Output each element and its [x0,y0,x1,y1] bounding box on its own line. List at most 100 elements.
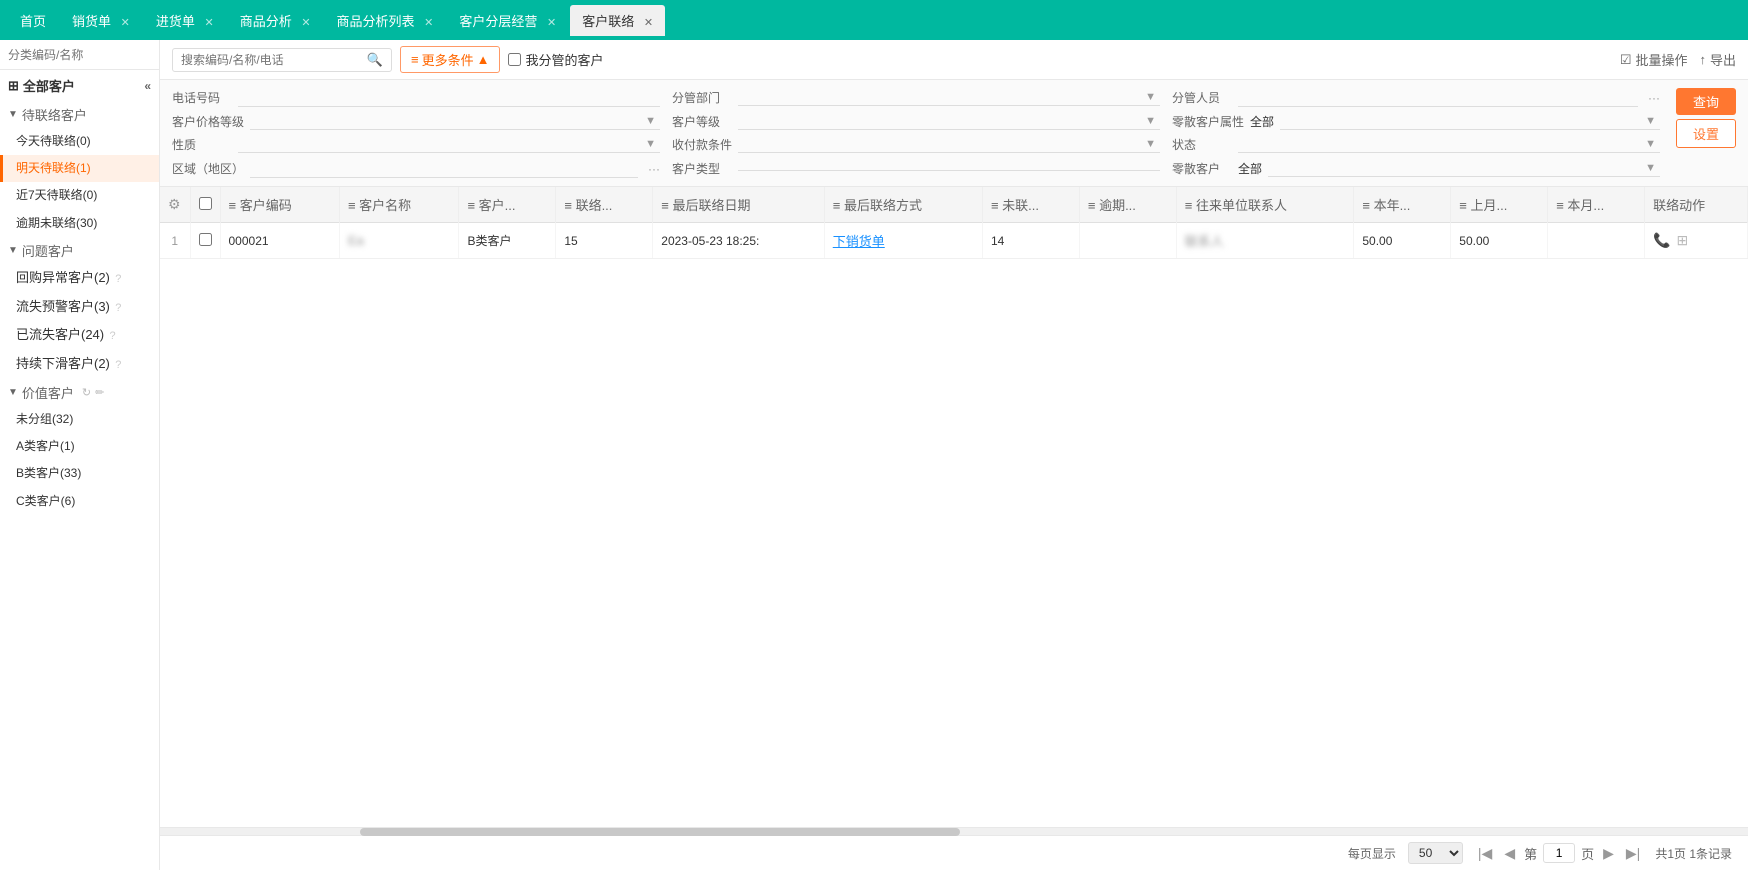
filter-row-3: 性质 ▼ 收付款条件 ▼ [172,136,1660,153]
customer-grade-select[interactable]: ▼ [738,113,1160,130]
price-grade-label: 客户价格等级 [172,113,244,130]
region-input[interactable] [250,159,638,178]
nav-item-analysis[interactable]: 商品分析 ✕ [228,5,323,36]
gender-select[interactable]: ▼ [238,136,660,153]
export-button[interactable]: ↑ 导出 [1699,50,1736,69]
sidebar-ungrouped[interactable]: 未分组(32) [0,406,159,433]
col-header-overdue: ≡ 逾期... [1079,187,1176,223]
region-filter-cell: 区域（地区） ··· [172,159,660,178]
price-grade-filter-cell: 客户价格等级 ▼ [172,113,660,130]
last-page-button[interactable]: ▶| [1623,845,1643,862]
refresh-icon[interactable]: ↻ [82,386,91,399]
sidebar-lost-confirmed[interactable]: 已流失客户(24) ? [0,321,159,350]
col-header-contact-count: ≡ 联络... [556,187,653,223]
nav-item-analysis-list[interactable]: 商品分析列表 ✕ [325,5,446,36]
search-input[interactable] [181,53,363,67]
export-icon: ↑ [1699,52,1706,67]
my-customer-checkbox[interactable] [508,53,521,66]
more-filter-button[interactable]: ≡ 更多条件 ▲ [400,46,500,73]
first-page-button[interactable]: |◀ [1475,845,1495,862]
phone-input[interactable] [238,88,660,107]
customer-grade-chevron-icon: ▼ [1145,115,1156,127]
sidebar-overdue-contact[interactable]: 逾期未联络(30) [0,210,159,237]
sidebar-lost-warning[interactable]: 流失预警客户(3) ? [0,293,159,322]
payment-label: 收付款条件 [672,136,732,153]
set-button[interactable]: 设置 [1676,119,1736,148]
table-settings-icon[interactable]: ⚙ [168,196,181,212]
search-icon[interactable]: 🔍 [367,52,383,68]
phone-action-icon[interactable]: 📞 [1653,232,1670,249]
person-input[interactable] [1238,88,1638,107]
filter-row-1: 电话号码 分管部门 ▼ 分管人员 [172,88,1660,107]
person-more-icon[interactable]: ··· [1648,91,1660,105]
close-contact-icon[interactable]: ✕ [644,17,653,29]
all-customers-header[interactable]: ⊞ 全部客户 « [0,70,159,101]
retail-customer-select[interactable]: ▼ [1268,160,1660,177]
filter-panel: 电话号码 分管部门 ▼ 分管人员 [160,80,1748,187]
scrollbar-thumb[interactable] [360,828,960,836]
col-header-unit-contact: ≡ 往来单位联系人 [1176,187,1354,223]
retail-attr-value: 全部 [1250,113,1274,130]
main-content: 🔍 ≡ 更多条件 ▲ 我分管的客户 ☑ 批量操作 ↑ 导出 [160,40,1748,870]
retail-attr-select[interactable]: ▼ [1280,113,1660,130]
retail-attr-chevron-icon: ▼ [1645,115,1656,127]
filter-icon: ≡ [411,52,419,67]
sidebar-tomorrow-contact[interactable]: 明天待联络(1) [0,155,159,182]
nav-item-purchase[interactable]: 进货单 ✕ [144,5,226,36]
filter-row-4: 区域（地区） ··· 客户类型 零散客户 全部 [172,159,1660,178]
select-all-checkbox[interactable] [199,197,212,210]
query-button[interactable]: 查询 [1676,88,1736,115]
row-last-method-link[interactable]: 下销货单 [833,234,885,249]
region-more-icon[interactable]: ··· [648,162,660,176]
row-checkbox[interactable] [199,233,212,246]
status-filter-cell: 状态 ▼ [1172,136,1660,153]
retail-customer-label: 零散客户 [1172,160,1232,177]
nav-item-customer-tier[interactable]: 客户分层经营 ✕ [447,5,568,36]
sidebar-class-c[interactable]: C类客户(6) [0,488,159,515]
page-size-select[interactable]: 50 100 200 [1408,842,1463,864]
horizontal-scrollbar[interactable] [160,827,1748,835]
grid-action-icon[interactable]: ⊞ [1677,232,1689,249]
col-unit-contact-label: ≡ 往来单位联系人 [1185,195,1287,214]
col-header-action: 联络动作 [1645,187,1748,223]
close-analysis-list-icon[interactable]: ✕ [424,17,433,29]
prev-page-button[interactable]: ◀ [1501,845,1518,862]
table-body: 1 000021 Ea B类客户 15 2023-05-23 18:25: 下销… [160,223,1748,259]
my-customer-checkbox-wrapper[interactable]: 我分管的客户 [508,50,603,69]
next-page-button[interactable]: ▶ [1600,845,1617,862]
help2-icon: ? [115,302,121,314]
nav-item-home[interactable]: 首页 [8,5,58,36]
row-uncontacted-cell: 14 [982,223,1079,259]
close-tier-icon[interactable]: ✕ [547,17,556,29]
edit-icon[interactable]: ✏ [95,386,104,399]
page-number-input[interactable] [1543,843,1575,863]
col-uncontacted-label: ≡ 未联... [991,195,1039,214]
total-info: 共1页 1条记录 [1655,845,1732,862]
col-last-month-label: ≡ 上月... [1459,195,1507,214]
dept-select[interactable]: ▼ [738,89,1160,106]
sidebar-search-input[interactable] [8,48,160,62]
settings-header: ⚙ [160,187,190,223]
price-grade-select[interactable]: ▼ [250,113,660,130]
close-sales-icon[interactable]: ✕ [121,17,130,29]
batch-operation-button[interactable]: ☑ 批量操作 [1620,50,1688,69]
sidebar-class-b[interactable]: B类客户(33) [0,460,159,487]
col-last-method-label: ≡ 最后联络方式 [833,195,922,214]
payment-select[interactable]: ▼ [738,136,1160,153]
row-overdue-cell [1079,223,1176,259]
sidebar-today-contact[interactable]: 今天待联络(0) [0,128,159,155]
row-unit-contact-value: 联系人 [1185,234,1224,249]
sidebar-continuous-decline[interactable]: 持续下滑客户(2) ? [0,350,159,379]
dept-label: 分管部门 [672,89,732,106]
close-purchase-icon[interactable]: ✕ [204,17,213,29]
customer-type-select[interactable] [738,166,1160,171]
collapse-icon[interactable]: « [144,79,151,93]
close-analysis-icon[interactable]: ✕ [301,17,310,29]
sidebar-class-a[interactable]: A类客户(1) [0,433,159,460]
nav-item-customer-contact[interactable]: 客户联络 ✕ [570,5,665,36]
sidebar-week-contact[interactable]: 近7天待联络(0) [0,182,159,209]
row-last-month-cell: 50.00 [1451,223,1548,259]
status-select[interactable]: ▼ [1238,136,1660,153]
sidebar-repurchase-abnormal[interactable]: 回购异常客户(2) ? [0,264,159,293]
nav-item-sales[interactable]: 销货单 ✕ [60,5,142,36]
